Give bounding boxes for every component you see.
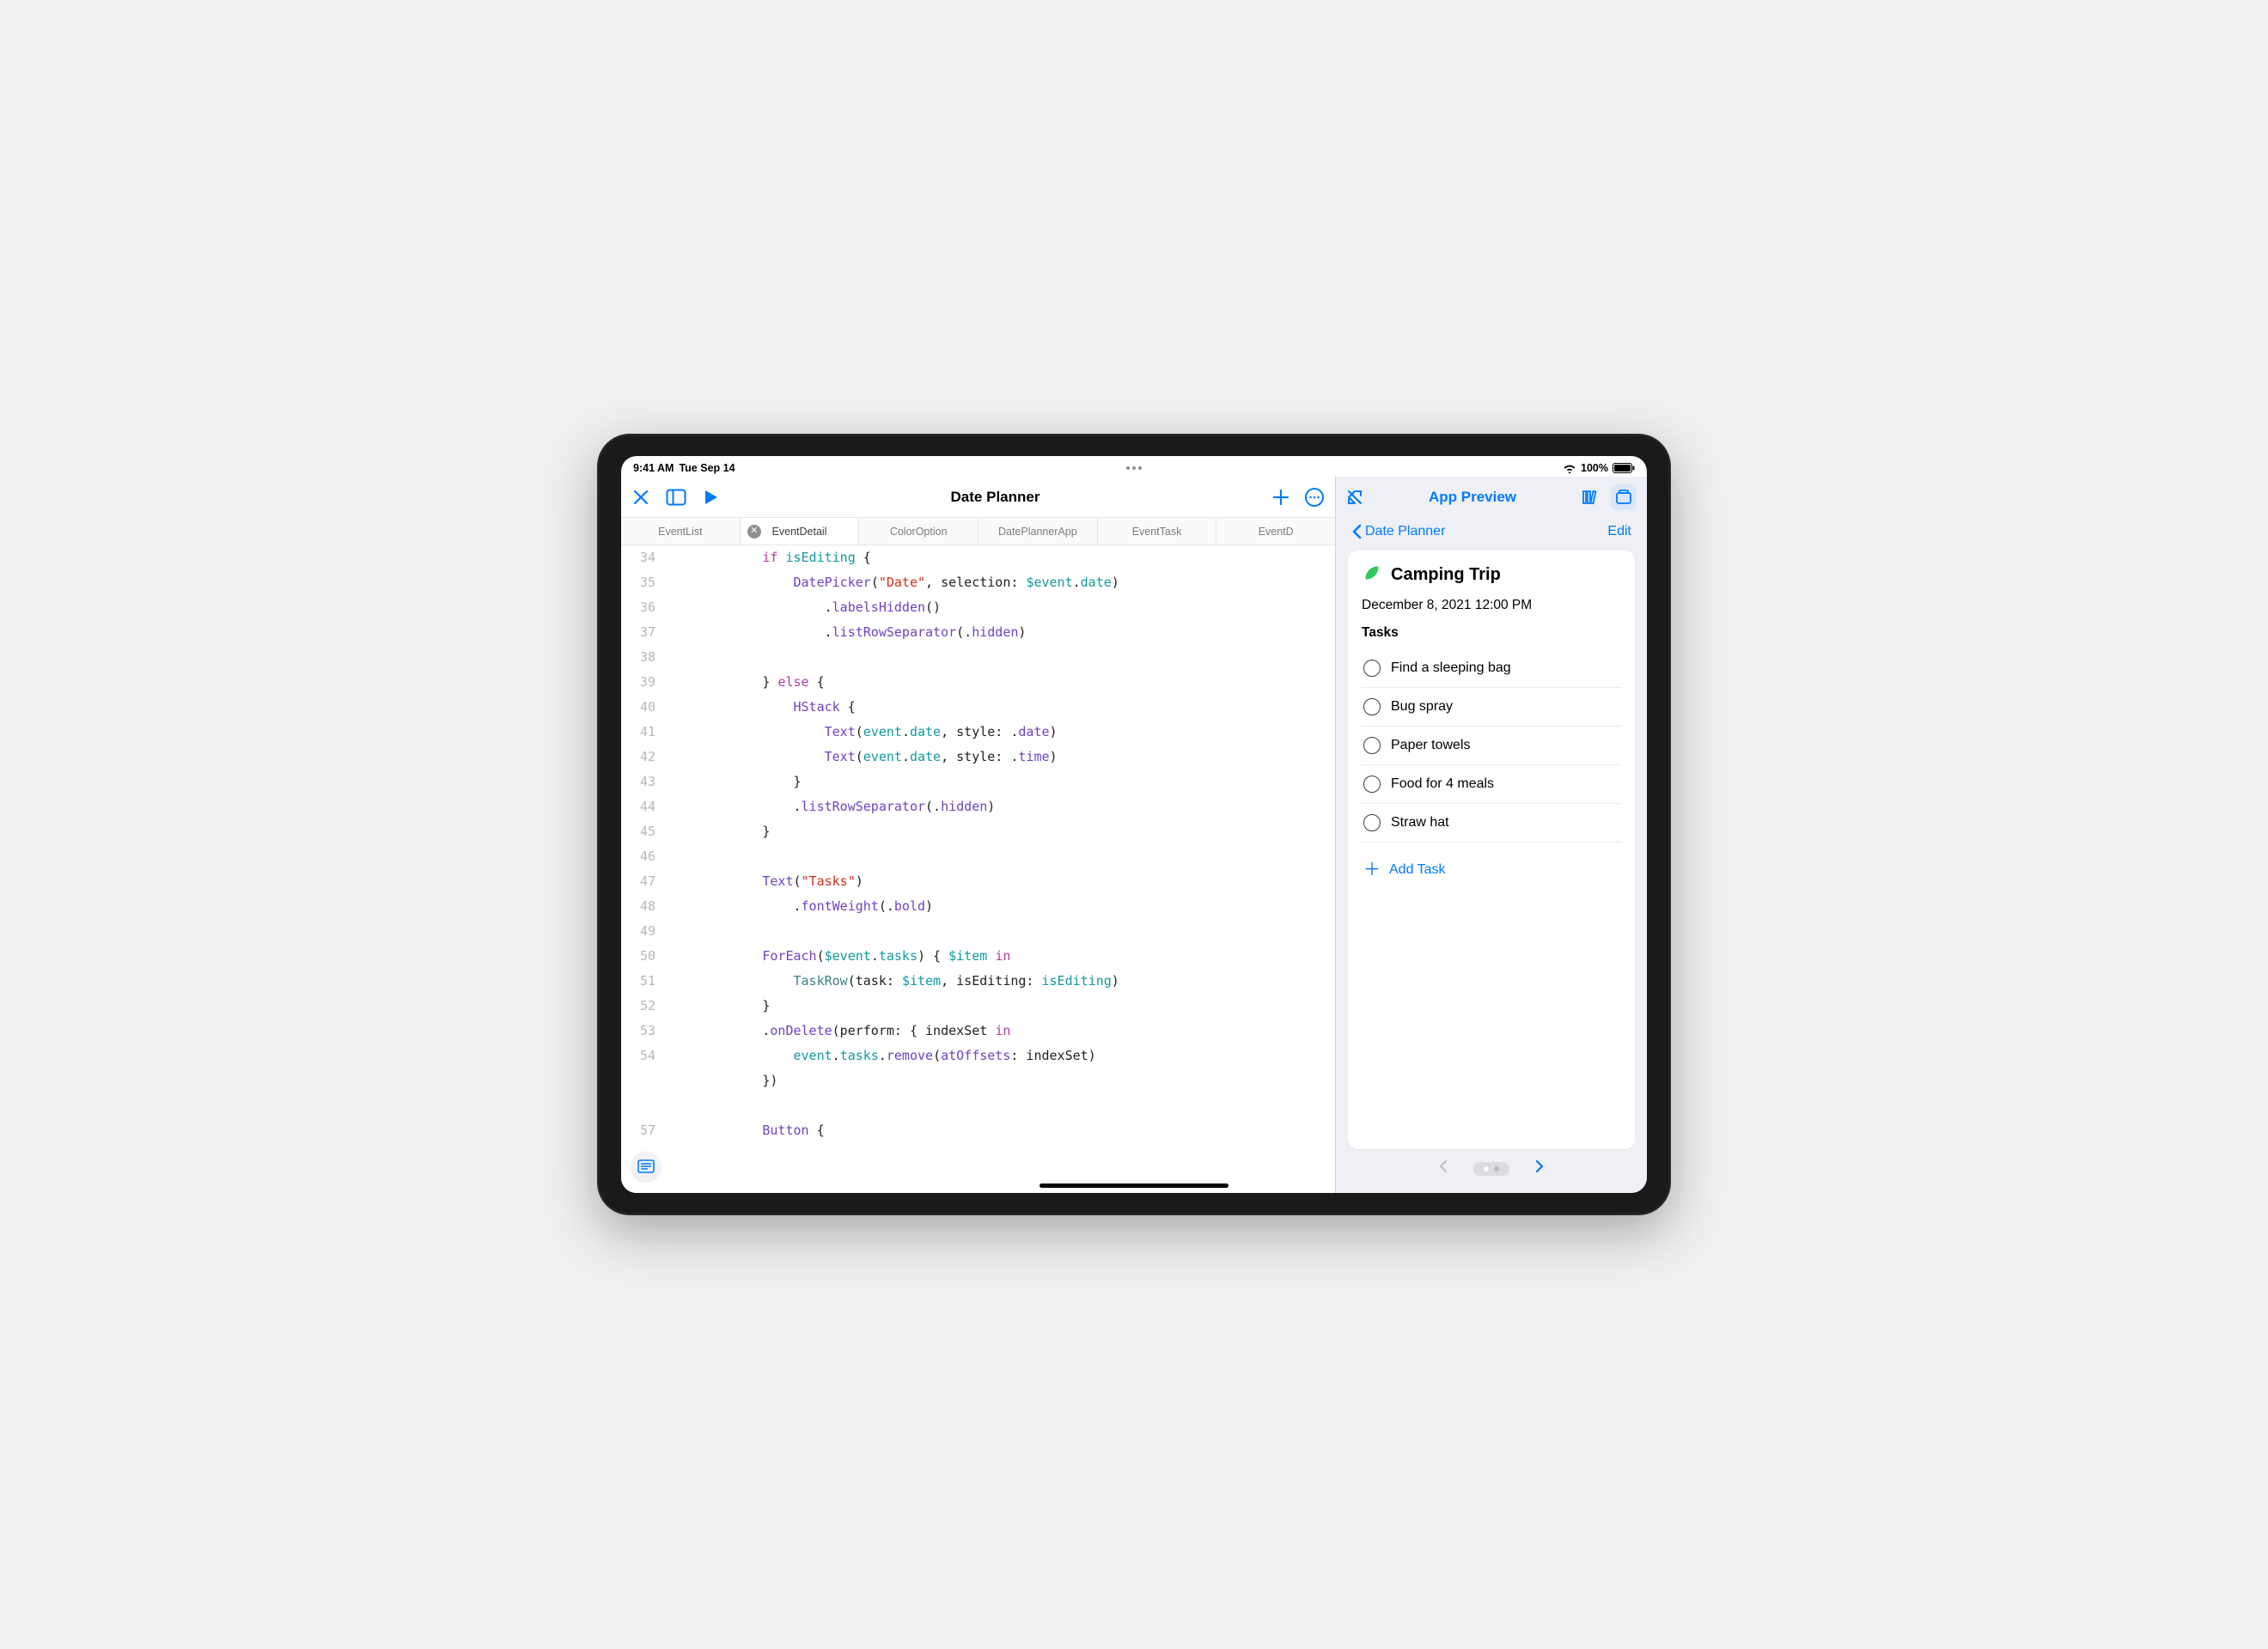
library-icon[interactable]	[1582, 489, 1600, 506]
line-number: 57	[621, 1118, 655, 1143]
line-number: 34	[621, 545, 655, 570]
line-number	[621, 1093, 655, 1118]
file-tabstrip: EventList ✕ EventDetail ColorOption DatePlan…	[621, 518, 1335, 545]
plus-icon: ＋	[1363, 861, 1381, 879]
event-datetime: December 8, 2021 12:00 PM	[1362, 598, 1621, 613]
status-bar: 9:41 AM Tue Sep 14 100%	[621, 456, 1647, 477]
code-viewport[interactable]: 3435363738394041424344454647484950515253…	[621, 545, 1335, 1193]
line-number: 46	[621, 844, 655, 869]
file-tab[interactable]: ColorOption	[859, 518, 979, 545]
line-number: 43	[621, 770, 655, 794]
line-number: 37	[621, 620, 655, 645]
line-number: 35	[621, 570, 655, 595]
preview-pager	[1348, 1149, 1635, 1184]
battery-icon	[1613, 463, 1635, 473]
documentation-icon[interactable]	[631, 1152, 661, 1181]
task-label: Find a sleeping bag	[1391, 660, 1511, 676]
task-row[interactable]: Straw hat	[1362, 804, 1621, 843]
tasks-header: Tasks	[1362, 625, 1621, 641]
tab-label: EventList	[658, 526, 702, 538]
line-number: 41	[621, 720, 655, 745]
tab-label: EventD	[1259, 526, 1294, 538]
sidebar-toggle-icon[interactable]	[666, 489, 686, 506]
multitask-dots[interactable]	[891, 466, 1377, 470]
task-row[interactable]: Bug spray	[1362, 688, 1621, 727]
close-icon[interactable]	[631, 488, 650, 507]
battery-percent: 100%	[1581, 462, 1608, 474]
wifi-icon	[1563, 463, 1576, 473]
task-label: Paper towels	[1391, 738, 1471, 753]
line-number: 54	[621, 1044, 655, 1068]
file-tab[interactable]: EventList	[621, 518, 741, 545]
tab-label: EventTask	[1132, 526, 1182, 538]
tab-label: EventDetail	[772, 526, 827, 538]
add-task-button[interactable]: ＋ Add Task	[1362, 851, 1621, 884]
task-row[interactable]: Food for 4 meals	[1362, 765, 1621, 804]
line-number: 51	[621, 969, 655, 994]
task-checkbox-icon[interactable]	[1363, 698, 1381, 715]
line-number: 42	[621, 745, 655, 770]
line-number: 47	[621, 869, 655, 894]
line-number: 45	[621, 819, 655, 844]
preview-nav-bar: Date Planner Edit	[1348, 518, 1635, 551]
task-row[interactable]: Find a sleeping bag	[1362, 649, 1621, 688]
task-label: Bug spray	[1391, 699, 1453, 715]
tab-label: ColorOption	[890, 526, 948, 538]
event-title: Camping Trip	[1391, 565, 1501, 585]
back-label: Date Planner	[1365, 524, 1445, 539]
task-checkbox-icon[interactable]	[1363, 814, 1381, 831]
line-number: 50	[621, 944, 655, 969]
more-icon[interactable]	[1304, 487, 1325, 508]
code-editor-pane: Date Planner EventList ✕ EventDetail ColorO…	[621, 477, 1336, 1193]
line-gutter: 3435363738394041424344454647484950515253…	[621, 545, 664, 1193]
line-number: 39	[621, 670, 655, 695]
screen: 9:41 AM Tue Sep 14 100%	[621, 456, 1647, 1193]
line-number: 40	[621, 695, 655, 720]
add-task-label: Add Task	[1389, 862, 1446, 878]
task-checkbox-icon[interactable]	[1363, 776, 1381, 793]
canvas-icon[interactable]	[1611, 484, 1637, 510]
file-tab[interactable]: EventD	[1216, 518, 1335, 545]
prev-preview-icon[interactable]	[1437, 1158, 1449, 1179]
line-number: 52	[621, 994, 655, 1019]
line-number: 36	[621, 595, 655, 620]
line-number: 44	[621, 794, 655, 819]
preview-title: App Preview	[1374, 489, 1571, 506]
event-card: Camping Trip December 8, 2021 12:00 PM T…	[1348, 551, 1635, 1149]
file-tab[interactable]: DatePlannerApp	[979, 518, 1098, 545]
line-number: 38	[621, 645, 655, 670]
line-number: 48	[621, 894, 655, 919]
tab-label: DatePlannerApp	[998, 526, 1077, 538]
task-checkbox-icon[interactable]	[1363, 660, 1381, 677]
preview-pane: App Preview Date Planner Edit	[1336, 477, 1647, 1193]
next-preview-icon[interactable]	[1533, 1158, 1546, 1179]
line-number: 49	[621, 919, 655, 944]
file-tab[interactable]: EventTask	[1098, 518, 1217, 545]
leaf-icon	[1362, 563, 1382, 587]
edit-button[interactable]: Edit	[1607, 524, 1631, 539]
file-tab[interactable]: ✕ EventDetail	[741, 518, 860, 545]
task-row[interactable]: Paper towels	[1362, 727, 1621, 765]
code-content[interactable]: if isEditing { DatePicker("Date", select…	[664, 545, 1335, 1193]
line-number: 53	[621, 1019, 655, 1044]
back-button[interactable]: Date Planner	[1351, 523, 1445, 540]
line-number	[621, 1068, 655, 1093]
close-tab-icon[interactable]: ✕	[747, 525, 761, 539]
task-list: Find a sleeping bag Bug spray Paper towels…	[1362, 649, 1621, 843]
status-time: 9:41 AM	[633, 462, 674, 474]
ipad-frame: 9:41 AM Tue Sep 14 100%	[597, 434, 1671, 1215]
add-icon[interactable]	[1271, 488, 1290, 507]
project-title: Date Planner	[719, 489, 1271, 506]
task-checkbox-icon[interactable]	[1363, 737, 1381, 754]
page-dots[interactable]	[1473, 1162, 1509, 1176]
home-indicator[interactable]	[1040, 1184, 1228, 1188]
task-label: Food for 4 meals	[1391, 776, 1494, 792]
expand-icon[interactable]	[1346, 489, 1363, 506]
preview-toolbar: App Preview	[1336, 477, 1647, 518]
task-label: Straw hat	[1391, 815, 1449, 831]
editor-toolbar: Date Planner	[621, 477, 1335, 518]
status-date: Tue Sep 14	[679, 462, 735, 474]
run-icon[interactable]	[702, 489, 719, 506]
